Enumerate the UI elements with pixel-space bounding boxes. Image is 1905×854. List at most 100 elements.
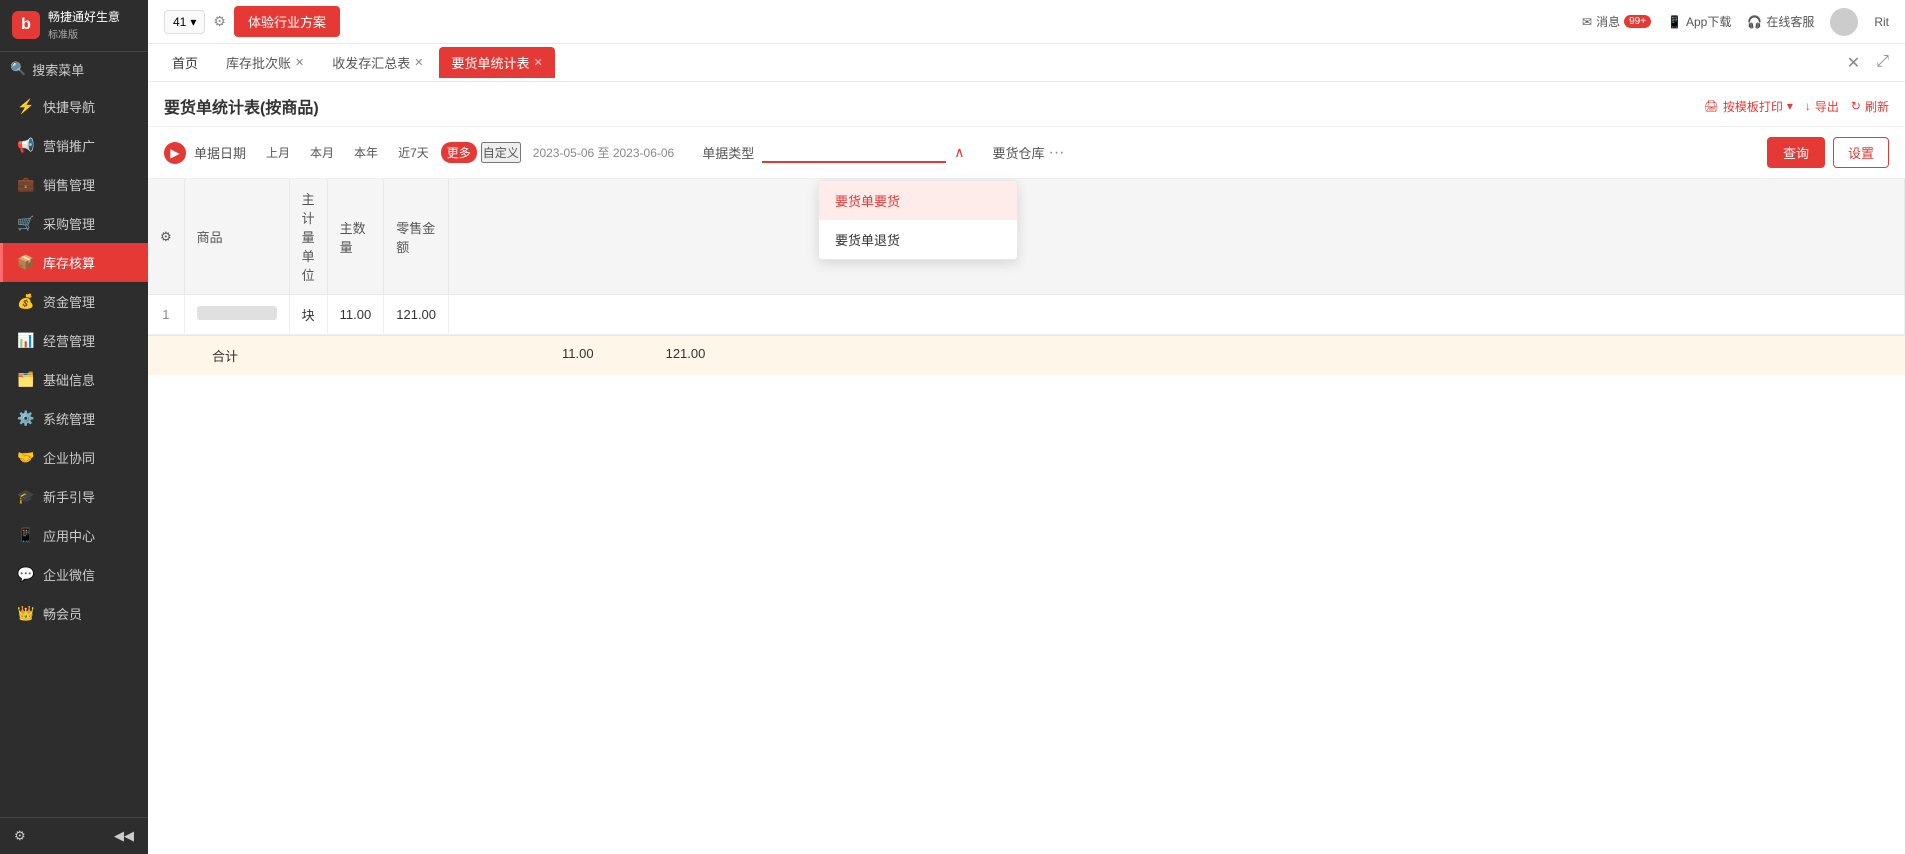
query-btn[interactable]: 查询 (1767, 137, 1825, 168)
sidebar-item-app-center[interactable]: 📱 应用中心 (0, 516, 148, 555)
enterprise-icon: 🤝 (17, 449, 35, 466)
setting-btn[interactable]: 设置 (1833, 137, 1889, 168)
topbar-left: 41 ▾ ⚙ 体验行业方案 (164, 6, 1570, 37)
date-btn-custom[interactable]: 自定义 (481, 142, 521, 163)
date-btn-last-month[interactable]: 上月 (258, 142, 298, 163)
cell-amount: 121.00 (384, 295, 449, 335)
app-name: 畅捷通好生意 (48, 10, 120, 26)
sidebar-footer: ⚙ ◀◀ (0, 817, 148, 854)
sidebar-item-label: 采购管理 (43, 214, 95, 233)
sidebar-item-wechat[interactable]: 💬 企业微信 (0, 555, 148, 594)
sidebar-search[interactable]: 🔍 搜索菜单 (0, 52, 148, 87)
cell-extra (449, 295, 1905, 335)
export-btn[interactable]: ↓ 导出 (1805, 98, 1839, 115)
mobile-icon: 📱 (1667, 15, 1682, 29)
date-range-display: 2023-05-06 至 2023-06-06 (533, 144, 674, 161)
sidebar-item-guide[interactable]: 🎓 新手引导 (0, 477, 148, 516)
tabbar: 首页 库存批次账 ✕ 收发存汇总表 ✕ 要货单统计表 ✕ ✕ ⤢ (148, 44, 1905, 82)
page-header: 要货单统计表(按商品) 🖨 按模板打印 ▾ ↓ 导出 ↻ 刷新 (148, 82, 1905, 127)
sidebar-item-label: 资金管理 (43, 292, 95, 311)
app-logo-icon: b (12, 11, 40, 39)
company-name: 41 (173, 15, 186, 29)
col-extra (449, 179, 1905, 295)
type-filter-input[interactable] (762, 142, 946, 163)
tab-inventory-batch[interactable]: 库存批次账 ✕ (214, 47, 316, 78)
sidebar-item-vip[interactable]: 👑 畅会员 (0, 594, 148, 633)
online-service-btn[interactable]: 🎧 在线客服 (1747, 13, 1814, 30)
tabbar-actions: ✕ ⤢ (1843, 49, 1893, 77)
dropdown-item-order-return[interactable]: 要货单退货 (819, 220, 1017, 259)
messages-badge: 99+ (1624, 15, 1651, 28)
topbar: 41 ▾ ⚙ 体验行业方案 ✉ 消息 99+ 📱 App下载 🎧 在线客服 Ri… (148, 0, 1905, 44)
sidebar-item-operations[interactable]: 📊 经营管理 (0, 321, 148, 360)
tab-receivable-summary[interactable]: 收发存汇总表 ✕ (320, 47, 435, 78)
sidebar-item-label: 应用中心 (43, 526, 95, 545)
date-btn-this-month[interactable]: 本月 (302, 142, 342, 163)
settings-icon[interactable]: ⚙ (213, 13, 226, 30)
tab-close-all-icon[interactable]: ✕ (1843, 49, 1864, 77)
sidebar-item-purchase[interactable]: 🛒 采购管理 (0, 204, 148, 243)
trial-btn[interactable]: 体验行业方案 (234, 6, 340, 37)
app-version: 标准版 (48, 26, 120, 41)
sales-icon: 💼 (17, 176, 35, 193)
print-icon: 🖨 (1704, 99, 1719, 113)
sidebar-item-finance[interactable]: 💰 资金管理 (0, 282, 148, 321)
sidebar-item-label: 新手引导 (43, 487, 95, 506)
sidebar-item-sales[interactable]: 💼 销售管理 (0, 165, 148, 204)
type-dropdown-menu: 要货单要货 要货单退货 (818, 180, 1018, 260)
sidebar-item-label: 系统管理 (43, 409, 95, 428)
online-service-label: 在线客服 (1766, 13, 1814, 30)
cell-unit: 块 (289, 295, 327, 335)
type-filter-label: 单据类型 (702, 143, 754, 162)
tab-inventory-batch-close[interactable]: ✕ (295, 56, 304, 69)
filter-expand-btn[interactable]: ▶ (164, 142, 186, 164)
tab-order-stats[interactable]: 要货单统计表 ✕ (439, 47, 554, 78)
operations-icon: 📊 (17, 332, 35, 349)
sidebar-item-quick-nav[interactable]: ⚡ 快捷导航 (0, 87, 148, 126)
table-header: ⚙ 商品 主计量单位 主数量 零售金额 (148, 179, 1905, 295)
sidebar-item-basic-info[interactable]: 🗂️ 基础信息 (0, 360, 148, 399)
tab-receivable-summary-close[interactable]: ✕ (414, 56, 423, 69)
sidebar-item-label: 营销推广 (43, 136, 95, 155)
purchase-icon: 🛒 (17, 215, 35, 232)
sidebar: b 畅捷通好生意 标准版 🔍 搜索菜单 ⚡ 快捷导航 📢 营销推广 💼 销售管理… (0, 0, 148, 854)
sidebar-item-label: 销售管理 (43, 175, 95, 194)
tab-home[interactable]: 首页 (160, 47, 210, 78)
date-btn-7days[interactable]: 近7天 (390, 142, 437, 163)
filter-actions: 查询 设置 (1767, 137, 1889, 168)
type-filter-arrow[interactable]: ∧ (954, 144, 964, 161)
tab-order-stats-label: 要货单统计表 (451, 53, 529, 72)
tab-receivable-summary-label: 收发存汇总表 (332, 53, 410, 72)
sidebar-item-inventory[interactable]: 📦 库存核算 (0, 243, 148, 282)
print-template-btn[interactable]: 🖨 按模板打印 ▾ (1704, 98, 1793, 115)
finance-icon: 💰 (17, 293, 35, 310)
date-btn-this-year[interactable]: 本年 (346, 142, 386, 163)
wechat-icon: 💬 (17, 566, 35, 583)
user-name: Rit (1874, 15, 1889, 29)
sidebar-item-label: 快捷导航 (43, 97, 95, 116)
dropdown-item-order-goods[interactable]: 要货单要货 (819, 181, 1017, 220)
messages-btn[interactable]: ✉ 消息 99+ (1582, 13, 1651, 30)
topbar-right: ✉ 消息 99+ 📱 App下载 🎧 在线客服 Rit (1582, 8, 1889, 36)
sidebar-item-marketing[interactable]: 📢 营销推广 (0, 126, 148, 165)
warehouse-filter-dots[interactable]: ··· (1049, 144, 1065, 162)
sidebar-collapse-icon[interactable]: ◀◀ (114, 828, 134, 844)
sidebar-item-enterprise[interactable]: 🤝 企业协同 (0, 438, 148, 477)
user-avatar[interactable] (1830, 8, 1858, 36)
sidebar-item-system[interactable]: ⚙️ 系统管理 (0, 399, 148, 438)
service-icon: 🎧 (1747, 15, 1762, 29)
marketing-icon: 📢 (17, 137, 35, 154)
col-settings[interactable]: ⚙ (148, 179, 184, 295)
footer-total-label: 合计 (200, 346, 250, 365)
company-selector[interactable]: 41 ▾ (164, 10, 205, 34)
tab-restore-icon[interactable]: ⤢ (1872, 49, 1893, 77)
date-btn-more[interactable]: 更多 (441, 142, 477, 163)
app-download-btn[interactable]: 📱 App下载 (1667, 13, 1731, 30)
refresh-btn[interactable]: ↻ 刷新 (1851, 98, 1889, 115)
chevron-down-icon: ▾ (190, 15, 196, 29)
goods-blurred (197, 306, 277, 320)
tab-order-stats-close[interactable]: ✕ (534, 56, 543, 69)
sidebar-item-label: 库存核算 (43, 253, 95, 272)
footer-total-quantity: 11.00 (550, 346, 606, 365)
sidebar-settings-icon[interactable]: ⚙ (14, 828, 26, 844)
